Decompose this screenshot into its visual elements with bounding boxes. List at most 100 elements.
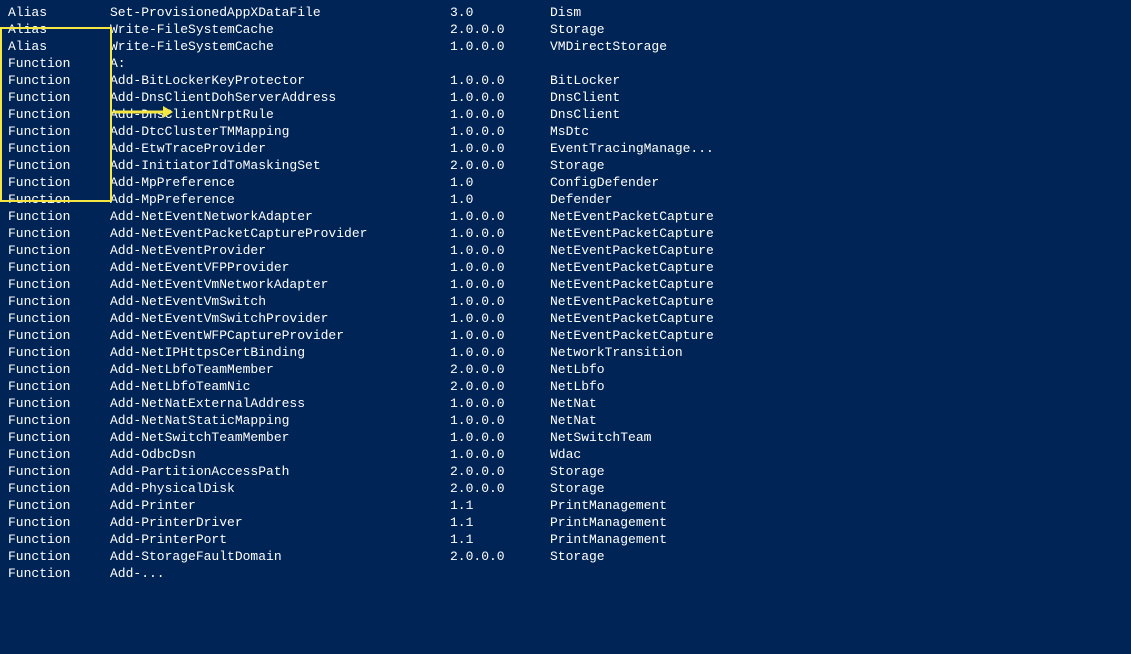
version-cell: 1.0 [450,192,550,207]
name-cell: Add-PartitionAccessPath [110,464,450,479]
module-cell: Dism [550,5,1131,20]
type-cell: Function [0,243,110,258]
table-row: FunctionAdd-EtwTraceProvider1.0.0.0Event… [0,140,1131,157]
version-cell: 2.0.0.0 [450,22,550,37]
table-row: FunctionAdd-PrinterPort1.1PrintManagemen… [0,531,1131,548]
table-row: FunctionAdd-DnsClientDohServerAddress1.0… [0,89,1131,106]
module-cell: NetEventPacketCapture [550,226,1131,241]
name-cell: Add-PhysicalDisk [110,481,450,496]
name-cell: Add-EtwTraceProvider [110,141,450,156]
type-cell: Function [0,328,110,343]
version-cell: 1.0.0.0 [450,277,550,292]
table-row: FunctionAdd-NetEventVmSwitchProvider1.0.… [0,310,1131,327]
module-cell: NetEventPacketCapture [550,311,1131,326]
version-cell: 1.0.0.0 [450,413,550,428]
type-cell: Function [0,532,110,547]
type-cell: Function [0,430,110,445]
name-cell: Add-NetEventProvider [110,243,450,258]
module-cell: VMDirectStorage [550,39,1131,54]
type-cell: Function [0,56,110,71]
version-cell: 2.0.0.0 [450,549,550,564]
table-row: FunctionAdd-NetEventVFPProvider1.0.0.0Ne… [0,259,1131,276]
type-cell: Function [0,549,110,564]
version-cell: 1.0.0.0 [450,107,550,122]
module-cell: MsDtc [550,124,1131,139]
table-row: FunctionAdd-BitLockerKeyProtector1.0.0.0… [0,72,1131,89]
module-cell: EventTracingManage... [550,141,1131,156]
type-cell: Alias [0,39,110,54]
type-cell: Function [0,294,110,309]
version-cell: 1.0.0.0 [450,447,550,462]
type-cell: Function [0,515,110,530]
name-cell: Add-MpPreference [110,175,450,190]
type-cell: Function [0,498,110,513]
type-cell: Function [0,345,110,360]
type-cell: Function [0,566,110,581]
name-cell: Set-ProvisionedAppXDataFile [110,5,450,20]
type-cell: Function [0,124,110,139]
module-cell: NetLbfo [550,362,1131,377]
version-cell: 1.0.0.0 [450,328,550,343]
module-cell: PrintManagement [550,532,1131,547]
module-cell: Defender [550,192,1131,207]
version-cell: 1.1 [450,515,550,530]
type-cell: Function [0,362,110,377]
module-cell: NetNat [550,413,1131,428]
table-row: FunctionAdd-NetNatExternalAddress1.0.0.0… [0,395,1131,412]
name-cell: Write-FileSystemCache [110,39,450,54]
module-cell: NetEventPacketCapture [550,294,1131,309]
name-cell: Add-PrinterPort [110,532,450,547]
version-cell: 2.0.0.0 [450,379,550,394]
type-cell: Function [0,107,110,122]
module-cell: NetLbfo [550,379,1131,394]
table-row: FunctionAdd-NetSwitchTeamMember1.0.0.0Ne… [0,429,1131,446]
name-cell: Add-DnsClientDohServerAddress [110,90,450,105]
name-cell: Add-OdbcDsn [110,447,450,462]
name-cell: Add-Printer [110,498,450,513]
version-cell [450,566,550,581]
table-row: FunctionAdd-NetIPHttpsCertBinding1.0.0.0… [0,344,1131,361]
type-cell: Alias [0,5,110,20]
version-cell [450,56,550,71]
name-cell: Add-NetNatStaticMapping [110,413,450,428]
table-row: FunctionAdd-PhysicalDisk2.0.0.0Storage [0,480,1131,497]
name-cell: Add-NetLbfoTeamMember [110,362,450,377]
version-cell: 1.1 [450,532,550,547]
table-row: FunctionAdd-NetLbfoTeamMember2.0.0.0NetL… [0,361,1131,378]
module-cell: NetEventPacketCapture [550,209,1131,224]
table-row: FunctionAdd-NetNatStaticMapping1.0.0.0Ne… [0,412,1131,429]
version-cell: 3.0 [450,5,550,20]
type-cell: Function [0,209,110,224]
table-row: FunctionAdd-OdbcDsn1.0.0.0Wdac [0,446,1131,463]
type-cell: Function [0,226,110,241]
table-row: FunctionAdd-PartitionAccessPath2.0.0.0St… [0,463,1131,480]
name-cell: Write-FileSystemCache [110,22,450,37]
module-cell: NetEventPacketCapture [550,243,1131,258]
module-cell: Wdac [550,447,1131,462]
table-row: AliasWrite-FileSystemCache1.0.0.0VMDirec… [0,38,1131,55]
table-row: FunctionAdd-NetEventNetworkAdapter1.0.0.… [0,208,1131,225]
version-cell: 2.0.0.0 [450,464,550,479]
terminal-wrapper: AliasSet-ProvisionedAppXDataFile3.0DismA… [0,0,1131,586]
table-row: FunctionAdd-NetEventPacketCaptureProvide… [0,225,1131,242]
terminal: AliasSet-ProvisionedAppXDataFile3.0DismA… [0,0,1131,586]
version-cell: 1.0.0.0 [450,209,550,224]
version-cell: 1.0.0.0 [450,73,550,88]
name-cell: Add-NetEventVmSwitch [110,294,450,309]
name-cell: Add-NetEventPacketCaptureProvider [110,226,450,241]
name-cell: Add-DnsClientNrptRule [110,107,450,122]
version-cell: 1.0.0.0 [450,39,550,54]
module-cell: NetSwitchTeam [550,430,1131,445]
name-cell: Add-NetEventVFPProvider [110,260,450,275]
version-cell: 1.0.0.0 [450,90,550,105]
type-cell: Function [0,90,110,105]
module-cell: NetEventPacketCapture [550,328,1131,343]
version-cell: 1.0 [450,175,550,190]
name-cell: Add-MpPreference [110,192,450,207]
version-cell: 1.0.0.0 [450,396,550,411]
version-cell: 1.0.0.0 [450,294,550,309]
module-cell: Storage [550,158,1131,173]
module-cell: BitLocker [550,73,1131,88]
type-cell: Function [0,396,110,411]
type-cell: Function [0,413,110,428]
